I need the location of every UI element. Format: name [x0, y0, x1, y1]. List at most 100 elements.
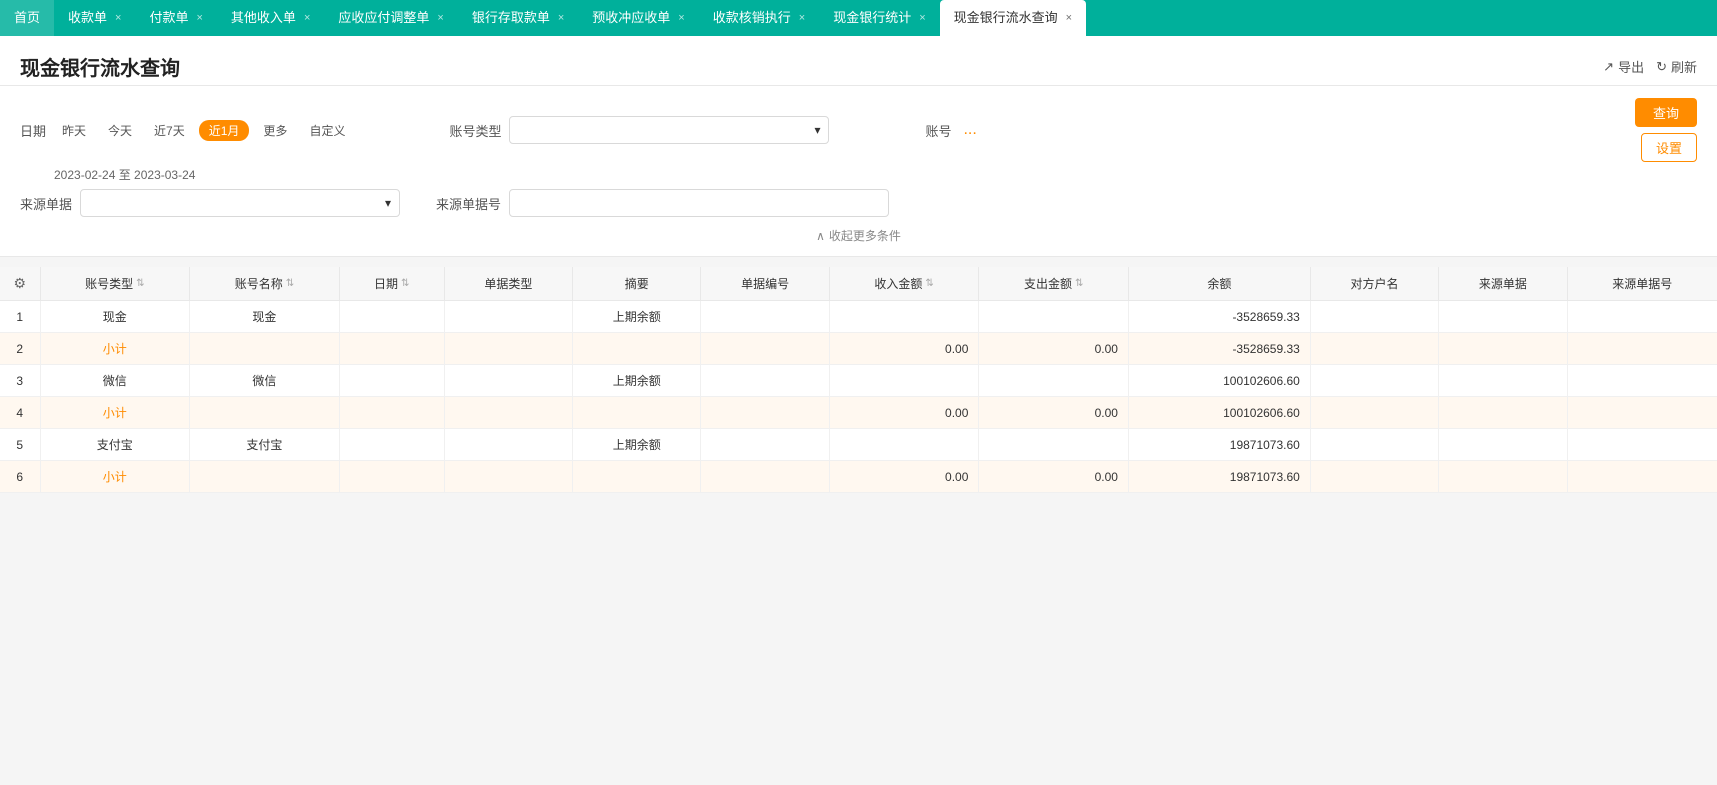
td-doc-no — [701, 301, 829, 333]
gear-icon[interactable]: ⚙ — [13, 275, 26, 291]
td-source-doc-no — [1567, 461, 1717, 493]
nav-bank-deposit[interactable]: 银行存取款单 × — [458, 0, 578, 36]
th-source-doc[interactable]: 来源单据 — [1439, 267, 1567, 301]
source-doc-no-label: 来源单据号 — [436, 194, 501, 213]
table-row[interactable]: 6小计0.000.0019871073.60 — [0, 461, 1717, 493]
td-doc-no — [701, 365, 829, 397]
nav-close-ar-adjust[interactable]: × — [437, 0, 443, 36]
shortcut-7days[interactable]: 近7天 — [146, 120, 193, 141]
account-type-label: 账号类型 — [449, 121, 501, 140]
td-no: 1 — [0, 301, 40, 333]
page-header: 现金银行流水查询 ↗ 导出 ↻ 刷新 — [0, 36, 1717, 86]
td-balance: 100102606.60 — [1128, 397, 1310, 429]
td-doc-type — [444, 301, 572, 333]
account-dots-btn[interactable]: ... — [959, 121, 980, 139]
nav-label-receipt: 收款单 — [68, 0, 107, 36]
source-doc-select[interactable]: ▾ — [80, 189, 400, 217]
nav-close-receipt[interactable]: × — [115, 0, 121, 36]
account-type-select[interactable]: ▾ — [509, 116, 829, 144]
shortcut-custom[interactable]: 自定义 — [301, 120, 353, 141]
th-source-doc-no[interactable]: 来源单据号 — [1567, 267, 1717, 301]
td-income: 0.00 — [829, 333, 979, 365]
td-account-type: 现金 — [40, 301, 190, 333]
td-expense: 0.00 — [979, 461, 1129, 493]
nav-payment[interactable]: 付款单 × — [135, 0, 216, 36]
data-table: ⚙ 账号类型 ⇅ 账号名称 ⇅ 日期 — [0, 267, 1717, 493]
nav-verify[interactable]: 收款核销执行 × — [699, 0, 819, 36]
table-row[interactable]: 2小计0.000.00-3528659.33 — [0, 333, 1717, 365]
th-income[interactable]: 收入金额 ⇅ — [829, 267, 979, 301]
source-doc-filter: 来源单据 ▾ — [20, 189, 400, 217]
table-row[interactable]: 3微信微信上期余额100102606.60 — [0, 365, 1717, 397]
nav-close-verify[interactable]: × — [799, 0, 805, 36]
sort-icon-date: ⇅ — [401, 278, 409, 289]
nav-stats[interactable]: 现金银行统计 × — [819, 0, 939, 36]
td-date — [339, 429, 444, 461]
nav-close-other-income[interactable]: × — [304, 0, 310, 36]
refresh-icon: ↻ — [1656, 59, 1667, 75]
nav-close-cashflow[interactable]: × — [1066, 0, 1072, 36]
td-summary — [573, 461, 701, 493]
date-label: 日期 — [20, 121, 46, 140]
nav-home[interactable]: 首页 — [0, 0, 54, 36]
collapse-bar[interactable]: ∧ 收起更多条件 — [20, 227, 1697, 244]
nav-close-payment[interactable]: × — [196, 0, 202, 36]
sort-icon-account-type: ⇅ — [136, 278, 144, 289]
shortcut-yesterday[interactable]: 昨天 — [54, 120, 94, 141]
export-button[interactable]: ↗ 导出 — [1603, 57, 1644, 76]
td-doc-type — [444, 333, 572, 365]
td-account-type: 小计 — [40, 461, 190, 493]
table-row[interactable]: 5支付宝支付宝上期余额19871073.60 — [0, 429, 1717, 461]
table-row[interactable]: 1现金现金上期余额-3528659.33 — [0, 301, 1717, 333]
date-range-display: 2023-02-24 至 2023-03-24 — [50, 166, 1697, 183]
shortcut-today[interactable]: 今天 — [100, 120, 140, 141]
shortcut-more[interactable]: 更多 — [255, 120, 295, 141]
th-date[interactable]: 日期 ⇅ — [339, 267, 444, 301]
td-doc-no — [701, 397, 829, 429]
source-doc-no-input[interactable] — [509, 189, 889, 217]
td-expense — [979, 429, 1129, 461]
nav-label-prepay: 预收冲应收单 — [592, 0, 670, 36]
nav-other-income[interactable]: 其他收入单 × — [217, 0, 324, 36]
nav-close-stats[interactable]: × — [919, 0, 925, 36]
nav-prepay[interactable]: 预收冲应收单 × — [578, 0, 698, 36]
filter-row-2: 来源单据 ▾ 来源单据号 — [20, 189, 1697, 217]
filter-row-1: 日期 昨天 今天 近7天 近1月 更多 自定义 账号类型 ▾ 账号 ... — [20, 98, 1697, 162]
td-counterpart — [1310, 397, 1438, 429]
td-account-type: 小计 — [40, 397, 190, 429]
nav-close-prepay[interactable]: × — [678, 0, 684, 36]
td-income: 0.00 — [829, 397, 979, 429]
td-source-doc — [1439, 461, 1567, 493]
account-type-chevron: ▾ — [814, 123, 820, 137]
shortcut-1month[interactable]: 近1月 — [199, 120, 250, 141]
settings-button[interactable]: 设置 — [1641, 133, 1697, 162]
th-expense[interactable]: 支出金额 ⇅ — [979, 267, 1129, 301]
refresh-button[interactable]: ↻ 刷新 — [1656, 57, 1697, 76]
th-doc-type[interactable]: 单据类型 — [444, 267, 572, 301]
td-source-doc — [1439, 429, 1567, 461]
td-date — [339, 397, 444, 429]
td-summary: 上期余额 — [573, 301, 701, 333]
td-doc-type — [444, 429, 572, 461]
query-button[interactable]: 查询 — [1635, 98, 1697, 127]
table-row[interactable]: 4小计0.000.00100102606.60 — [0, 397, 1717, 429]
account-label: 账号 — [925, 121, 951, 140]
th-gear[interactable]: ⚙ — [0, 267, 40, 301]
account-filter: 账号 ... — [925, 121, 980, 140]
nav-cashflow[interactable]: 现金银行流水查询 × — [940, 0, 1086, 36]
th-balance[interactable]: 余额 — [1128, 267, 1310, 301]
th-counterpart[interactable]: 对方户名 — [1310, 267, 1438, 301]
th-account-type[interactable]: 账号类型 ⇅ — [40, 267, 190, 301]
th-doc-no[interactable]: 单据编号 — [701, 267, 829, 301]
td-no: 5 — [0, 429, 40, 461]
source-doc-no-filter: 来源单据号 — [436, 189, 889, 217]
td-account-name: 支付宝 — [190, 429, 340, 461]
td-account-name — [190, 333, 340, 365]
nav-close-bank-deposit[interactable]: × — [558, 0, 564, 36]
export-label: 导出 — [1618, 57, 1644, 76]
source-doc-label: 来源单据 — [20, 194, 72, 213]
nav-receipt[interactable]: 收款单 × — [54, 0, 135, 36]
th-summary[interactable]: 摘要 — [573, 267, 701, 301]
th-account-name[interactable]: 账号名称 ⇅ — [190, 267, 340, 301]
nav-ar-adjust[interactable]: 应收应付调整单 × — [324, 0, 457, 36]
